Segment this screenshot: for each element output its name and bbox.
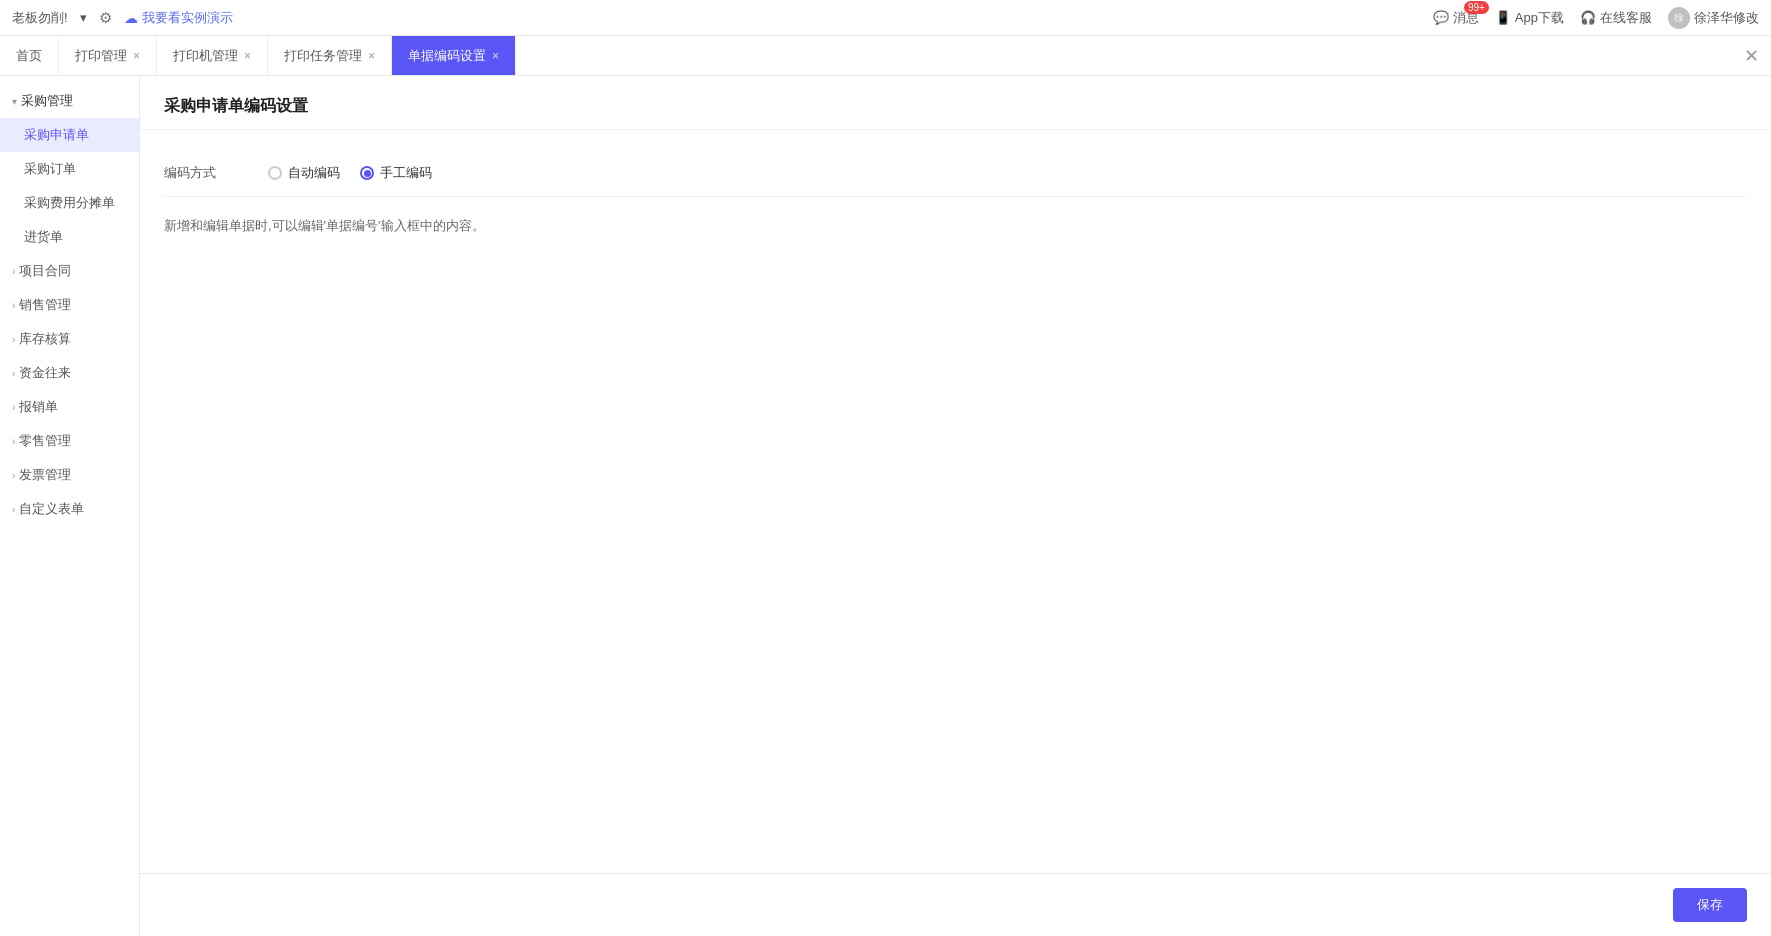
page-header: 采购申请单编码设置 bbox=[140, 76, 1771, 130]
chevron-right-icon: › bbox=[12, 470, 15, 481]
chevron-right-icon: › bbox=[12, 504, 15, 515]
radio-group: 自动编码 手工编码 bbox=[268, 164, 432, 182]
username-label: 徐泽华修改 bbox=[1694, 9, 1759, 27]
chevron-right-icon: › bbox=[12, 266, 15, 277]
top-bar-right: 💬 消息 99+ 📱 App下载 🎧 在线客服 徐 徐泽华修改 bbox=[1433, 7, 1759, 29]
phone-icon: 📱 bbox=[1495, 10, 1511, 25]
chevron-right-icon: › bbox=[12, 300, 15, 311]
tab-print-task[interactable]: 打印任务管理 × bbox=[268, 36, 392, 75]
user-menu[interactable]: 徐 徐泽华修改 bbox=[1668, 7, 1759, 29]
chevron-down-icon: ▾ bbox=[80, 10, 87, 25]
tab-barcode-setting-label: 单据编码设置 bbox=[408, 47, 486, 65]
sidebar-group-funds-label: 资金往来 bbox=[19, 364, 71, 382]
sidebar-group-purchase[interactable]: ▾ 采购管理 bbox=[0, 84, 139, 118]
top-bar-left: 老板勿削! ▾ ⚙ ☁ 我要看实例演示 bbox=[12, 9, 233, 27]
message-icon: 💬 bbox=[1433, 10, 1449, 25]
tab-barcode-setting-close[interactable]: × bbox=[492, 50, 499, 62]
sidebar-item-purchase-order[interactable]: 采购订单 bbox=[0, 152, 139, 186]
sidebar-group-funds[interactable]: › 资金往来 bbox=[0, 356, 139, 390]
tab-barcode-setting[interactable]: 单据编码设置 × bbox=[392, 36, 516, 75]
hint-text: 新增和编辑单据时,可以编辑'单据编号'输入框中的内容。 bbox=[164, 217, 1747, 235]
sidebar-item-purchase-request[interactable]: 采购申请单 bbox=[0, 118, 139, 152]
page-title: 采购申请单编码设置 bbox=[164, 97, 308, 114]
main-content: 采购申请单编码设置 编码方式 自动编码 手工编码 新增和编辑单据时,可以编辑'单… bbox=[140, 76, 1771, 936]
sidebar-group-reimbursement[interactable]: › 报销单 bbox=[0, 390, 139, 424]
radio-manual-circle bbox=[360, 166, 374, 180]
chevron-right-icon: › bbox=[12, 368, 15, 379]
tab-print-management-label: 打印管理 bbox=[75, 47, 127, 65]
headset-icon: 🎧 bbox=[1580, 10, 1596, 25]
sidebar-item-purchase-order-label: 采购订单 bbox=[24, 161, 76, 176]
tab-print-management[interactable]: 打印管理 × bbox=[59, 36, 157, 75]
tab-print-task-label: 打印任务管理 bbox=[284, 47, 362, 65]
radio-manual-label: 手工编码 bbox=[380, 164, 432, 182]
save-button[interactable]: 保存 bbox=[1673, 888, 1747, 922]
radio-auto-circle bbox=[268, 166, 282, 180]
tab-print-task-close[interactable]: × bbox=[368, 50, 375, 62]
tab-home[interactable]: 首页 bbox=[0, 36, 59, 75]
demo-link[interactable]: ☁ 我要看实例演示 bbox=[124, 9, 233, 27]
radio-manual-code[interactable]: 手工编码 bbox=[360, 164, 432, 182]
tab-printer-management[interactable]: 打印机管理 × bbox=[157, 36, 268, 75]
main-layout: ▾ 采购管理 采购申请单 采购订单 采购费用分摊单 进货单 › 项目合同 › 销… bbox=[0, 76, 1771, 936]
top-bar: 老板勿削! ▾ ⚙ ☁ 我要看实例演示 💬 消息 99+ 📱 App下载 🎧 在… bbox=[0, 0, 1771, 36]
sidebar-item-purchase-request-label: 采购申请单 bbox=[24, 127, 89, 142]
sidebar-group-sales-label: 销售管理 bbox=[19, 296, 71, 314]
sidebar-group-invoice[interactable]: › 发票管理 bbox=[0, 458, 139, 492]
sidebar-group-inventory-label: 库存核算 bbox=[19, 330, 71, 348]
avatar: 徐 bbox=[1668, 7, 1690, 29]
chevron-right-icon: › bbox=[12, 334, 15, 345]
encoding-label: 编码方式 bbox=[164, 164, 244, 182]
encoding-section: 编码方式 自动编码 手工编码 bbox=[164, 150, 1747, 197]
message-button[interactable]: 💬 消息 99+ bbox=[1433, 9, 1479, 27]
sidebar-group-custom-form[interactable]: › 自定义表单 bbox=[0, 492, 139, 526]
radio-auto-code[interactable]: 自动编码 bbox=[268, 164, 340, 182]
sidebar-group-custom-form-label: 自定义表单 bbox=[19, 500, 84, 518]
gear-icon[interactable]: ⚙ bbox=[99, 9, 112, 27]
sidebar-item-purchase-expense-label: 采购费用分摊单 bbox=[24, 195, 115, 210]
chevron-down-icon: ▾ bbox=[12, 96, 17, 107]
message-badge: 99+ bbox=[1464, 1, 1489, 14]
app-download-label: App下载 bbox=[1515, 9, 1564, 27]
tab-print-management-close[interactable]: × bbox=[133, 50, 140, 62]
chevron-right-icon: › bbox=[12, 402, 15, 413]
logo-text: 老板勿削! bbox=[12, 9, 68, 27]
tab-printer-management-label: 打印机管理 bbox=[173, 47, 238, 65]
sidebar-group-reimbursement-label: 报销单 bbox=[19, 398, 58, 416]
tab-bar: 首页 打印管理 × 打印机管理 × 打印任务管理 × 单据编码设置 × ✕ bbox=[0, 36, 1771, 76]
sidebar-group-purchase-label: 采购管理 bbox=[21, 92, 73, 110]
radio-auto-label: 自动编码 bbox=[288, 164, 340, 182]
demo-text: 我要看实例演示 bbox=[142, 9, 233, 27]
cloud-icon: ☁ bbox=[124, 10, 138, 26]
online-service-button[interactable]: 🎧 在线客服 bbox=[1580, 9, 1652, 27]
sidebar-group-retail[interactable]: › 零售管理 bbox=[0, 424, 139, 458]
tab-home-label: 首页 bbox=[16, 47, 42, 65]
sidebar-group-retail-label: 零售管理 bbox=[19, 432, 71, 450]
sidebar-item-goods-receipt-label: 进货单 bbox=[24, 229, 63, 244]
sidebar-item-purchase-expense[interactable]: 采购费用分摊单 bbox=[0, 186, 139, 220]
chevron-right-icon: › bbox=[12, 436, 15, 447]
logo-dropdown[interactable]: ▾ bbox=[80, 10, 87, 25]
page-footer: 保存 bbox=[140, 873, 1771, 936]
sidebar-group-inventory[interactable]: › 库存核算 bbox=[0, 322, 139, 356]
sidebar-group-project[interactable]: › 项目合同 bbox=[0, 254, 139, 288]
sidebar-group-project-label: 项目合同 bbox=[19, 262, 71, 280]
tab-bar-close-button[interactable]: ✕ bbox=[1732, 36, 1771, 75]
sidebar-group-sales[interactable]: › 销售管理 bbox=[0, 288, 139, 322]
content-area: 编码方式 自动编码 手工编码 新增和编辑单据时,可以编辑'单据编号'输入框中的内… bbox=[140, 130, 1771, 873]
app-download-button[interactable]: 📱 App下载 bbox=[1495, 9, 1564, 27]
sidebar-item-goods-receipt[interactable]: 进货单 bbox=[0, 220, 139, 254]
online-service-label: 在线客服 bbox=[1600, 9, 1652, 27]
sidebar: ▾ 采购管理 采购申请单 采购订单 采购费用分摊单 进货单 › 项目合同 › 销… bbox=[0, 76, 140, 936]
tab-printer-management-close[interactable]: × bbox=[244, 50, 251, 62]
sidebar-group-invoice-label: 发票管理 bbox=[19, 466, 71, 484]
